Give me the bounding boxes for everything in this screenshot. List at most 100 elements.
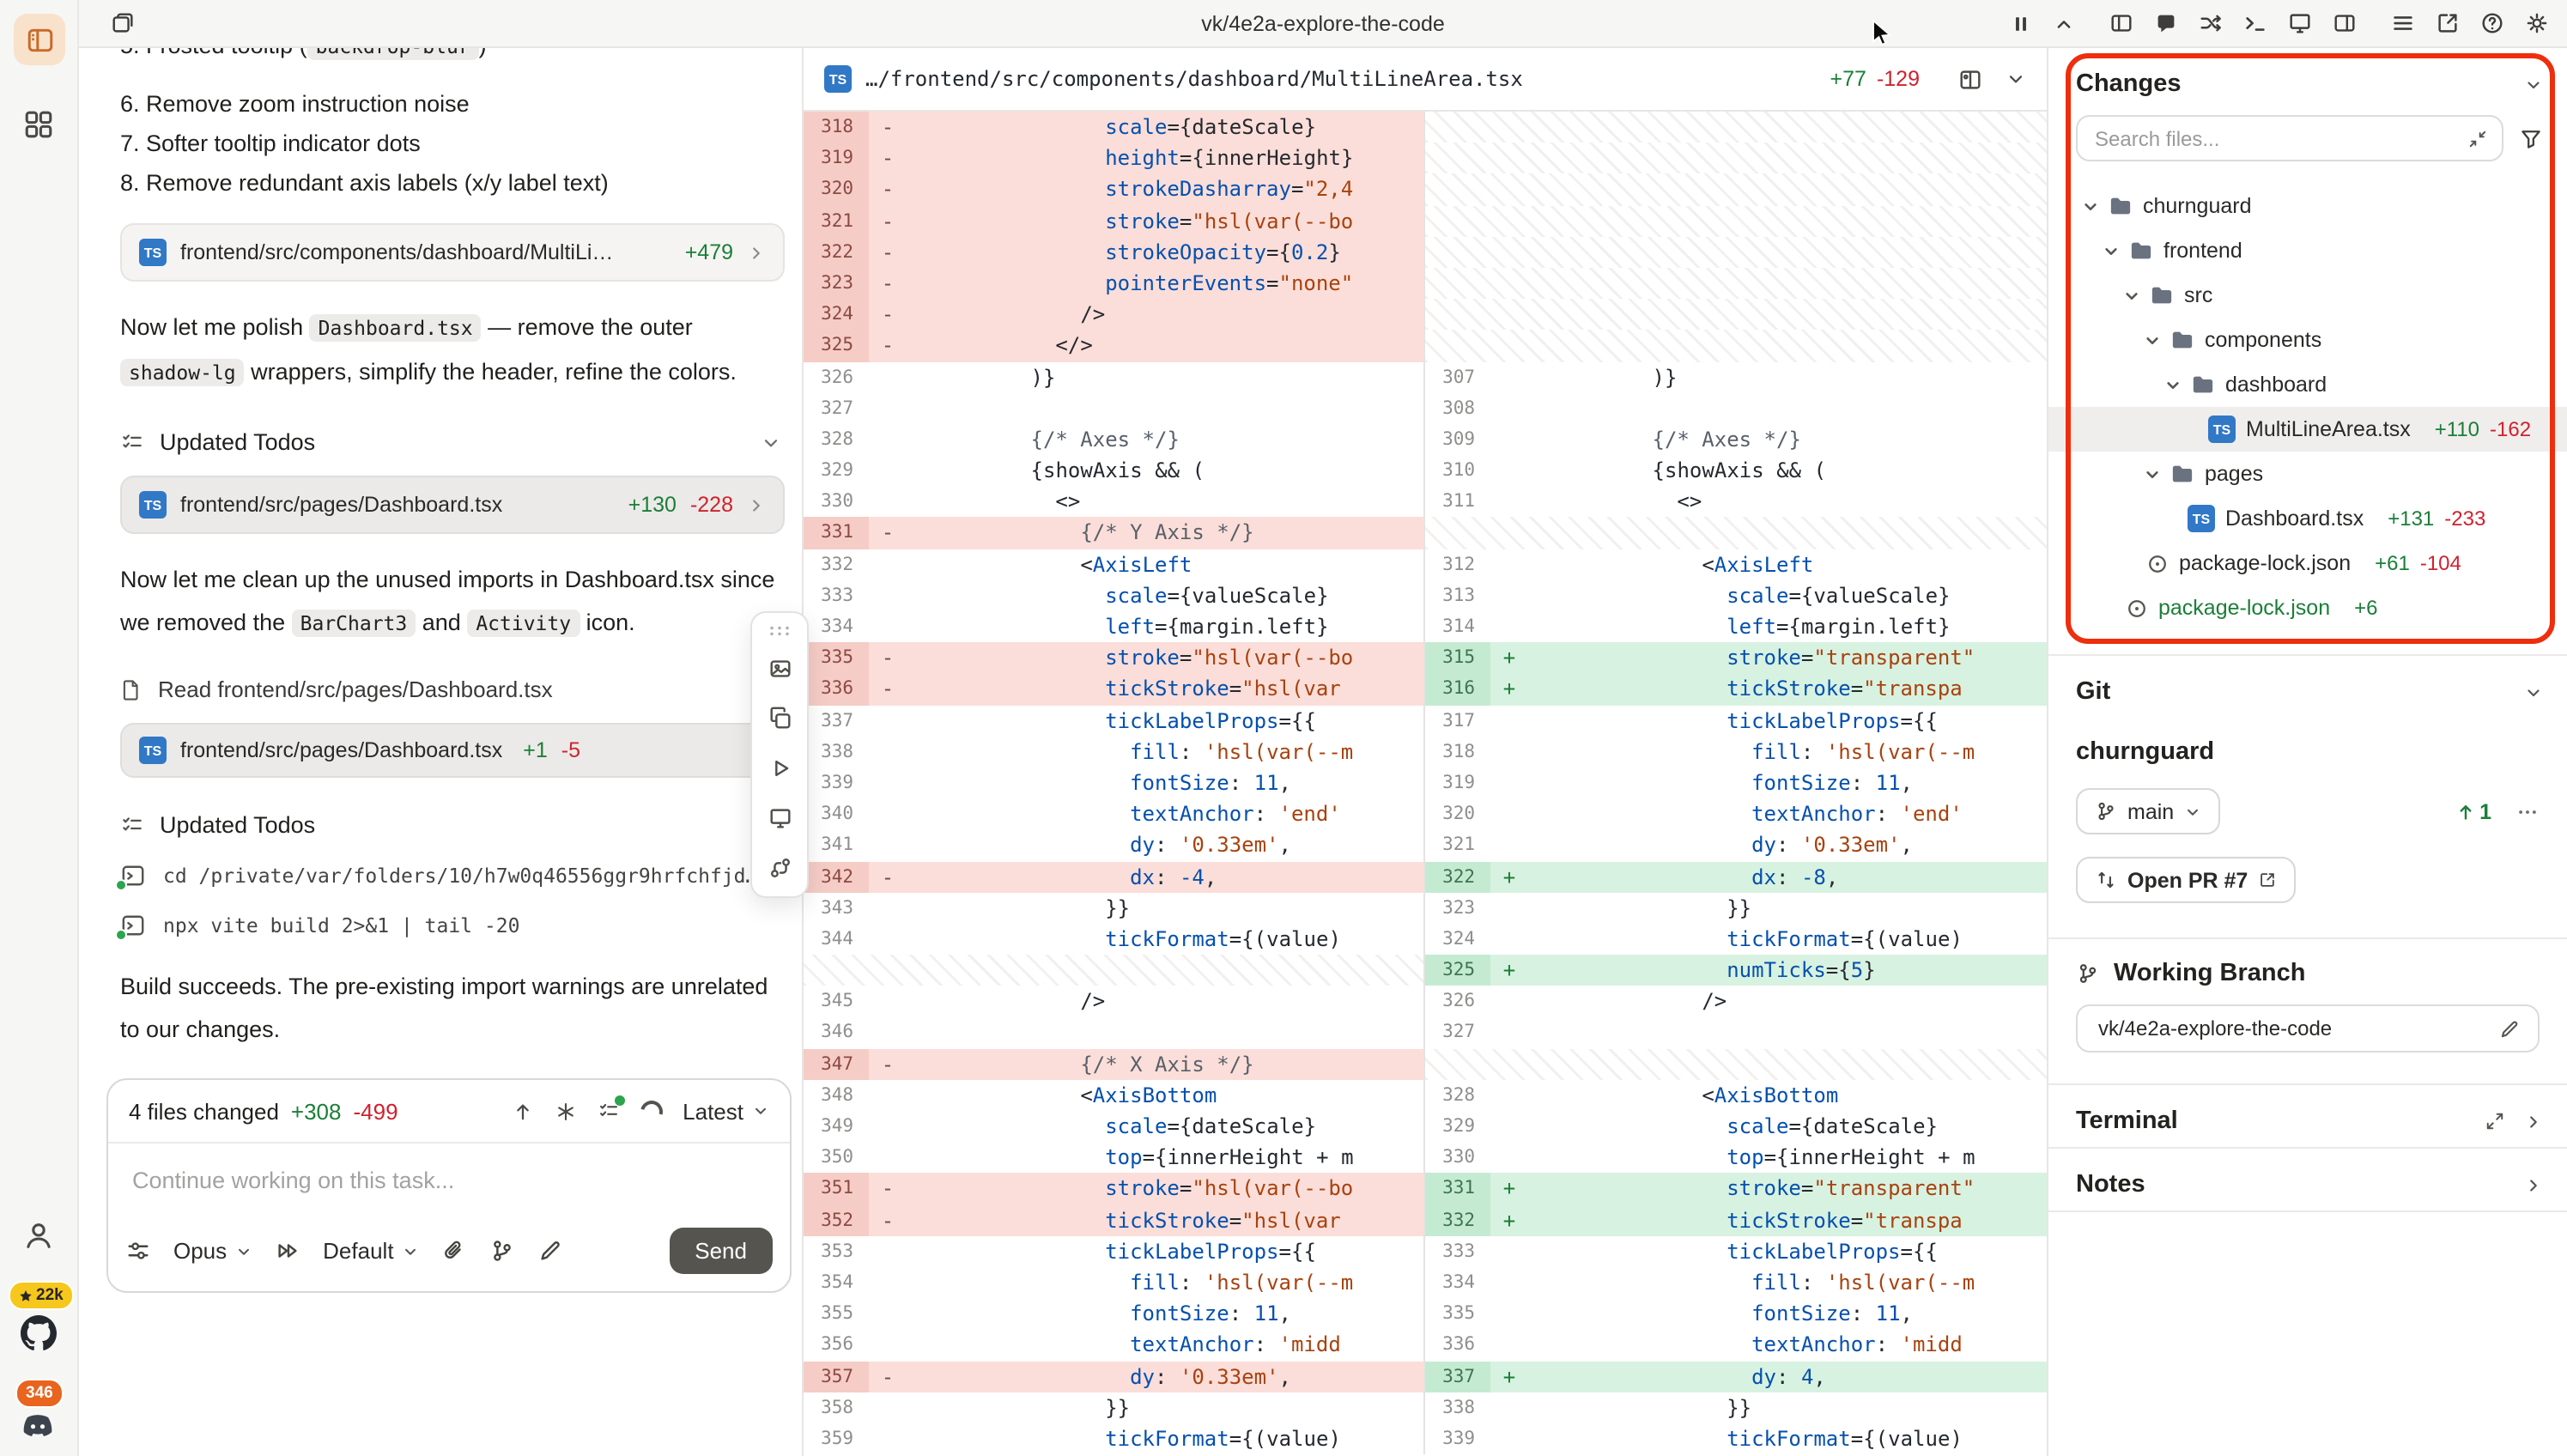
- notes-section-header[interactable]: Notes: [2048, 1149, 2567, 1210]
- workspace-button[interactable]: [14, 14, 65, 65]
- monitor-icon[interactable]: [757, 795, 802, 840]
- tree-folder-dashboard[interactable]: dashboard: [2048, 362, 2567, 407]
- terminal-command-row[interactable]: cd /private/var/folders/10/h7w0q46556ggr…: [120, 864, 785, 888]
- diff-line: 333 tickLabelProps={{: [1423, 1236, 2047, 1267]
- tree-file-Dashboard.tsx[interactable]: TSDashboard.tsx+131-233: [2048, 496, 2567, 541]
- working-branch-input[interactable]: [2095, 1015, 2498, 1042]
- read-file-row[interactable]: Read frontend/src/pages/Dashboard.tsx: [120, 676, 785, 702]
- chevron-down-icon[interactable]: [2524, 682, 2543, 701]
- scroll-up-icon[interactable]: [511, 1100, 533, 1122]
- chevron-right-icon[interactable]: [2524, 1112, 2543, 1131]
- code-text: scale={dateScale}: [907, 1111, 1423, 1142]
- shuffle-icon[interactable]: [2198, 10, 2224, 36]
- diff-marker: -: [869, 268, 907, 299]
- git-section-header[interactable]: Git: [2048, 656, 2567, 718]
- code-text: }}: [907, 892, 1423, 923]
- file-name: churnguard: [2143, 194, 2252, 218]
- updated-todos-row[interactable]: Updated Todos: [120, 812, 785, 838]
- message-input[interactable]: [129, 1166, 776, 1195]
- tune-icon[interactable]: [125, 1238, 151, 1264]
- gear-icon[interactable]: [2524, 10, 2550, 36]
- repo-name: churnguard: [2076, 738, 2540, 766]
- play-icon[interactable]: [757, 745, 802, 790]
- terminal-prompt-icon[interactable]: [2242, 10, 2268, 36]
- tree-file-package-lock.json[interactable]: package-lock.json+61-104: [2048, 541, 2567, 585]
- pause-icon[interactable]: [2009, 11, 2033, 35]
- diff-line: 356 textAnchor: 'midd: [804, 1330, 1423, 1361]
- tree-folder-frontend[interactable]: frontend: [2048, 228, 2567, 273]
- send-button[interactable]: Send: [669, 1228, 773, 1274]
- version-select[interactable]: Latest: [683, 1098, 769, 1124]
- chat-bubble-icon[interactable]: [2153, 10, 2179, 36]
- changes-summary-bar[interactable]: 4 files changed +308 -499: [108, 1080, 790, 1144]
- diff-marker: [1490, 798, 1528, 829]
- tree-folder-src[interactable]: src: [2048, 273, 2567, 318]
- tree-folder-components[interactable]: components: [2048, 318, 2567, 362]
- edit-pen-icon[interactable]: [2498, 1017, 2521, 1040]
- commits-ahead[interactable]: 1: [2455, 799, 2491, 823]
- image-diff-icon[interactable]: [1957, 66, 1983, 92]
- git-branch-icon: [2076, 962, 2100, 986]
- screenshot-icon[interactable]: [757, 646, 802, 690]
- inline-code: BarChart3: [292, 610, 416, 637]
- tree-file-MultiLineArea.tsx[interactable]: TSMultiLineArea.tsx+110-162: [2048, 407, 2567, 452]
- code-text: />: [907, 299, 1423, 330]
- diff-marker: [869, 392, 907, 423]
- chevron-down-icon[interactable]: [2006, 69, 2026, 89]
- monitor-icon[interactable]: [2287, 10, 2313, 36]
- share-icon[interactable]: [2435, 10, 2461, 36]
- todo-item: 6. Remove zoom instruction noise: [120, 84, 785, 124]
- code-text: fill: 'hsl(var(--m: [907, 737, 1423, 767]
- menu-icon[interactable]: [2390, 10, 2416, 36]
- loading-spinner: [635, 1095, 666, 1126]
- search-input[interactable]: [2091, 124, 2457, 152]
- edit-pen-icon[interactable]: [538, 1238, 564, 1264]
- collapse-up-icon[interactable]: [2052, 11, 2076, 35]
- mode-select[interactable]: Default: [323, 1238, 419, 1264]
- deletions-count: -499: [354, 1098, 398, 1124]
- fast-forward-icon[interactable]: [275, 1238, 300, 1264]
- layers-icon[interactable]: [110, 10, 136, 36]
- expand-icon[interactable]: [2485, 1111, 2505, 1131]
- tree-file-package-lock.json[interactable]: package-lock.json+6: [2048, 585, 2567, 630]
- diff-line: 334 left={margin.left}: [804, 611, 1423, 642]
- burst-icon[interactable]: [554, 1100, 576, 1122]
- discord-icon[interactable]: [19, 1413, 57, 1442]
- attachment-icon[interactable]: [442, 1238, 468, 1264]
- tree-folder-churnguard[interactable]: churnguard: [2048, 184, 2567, 228]
- github-icon[interactable]: [21, 1315, 57, 1351]
- chevron-right-icon[interactable]: [2524, 1175, 2543, 1194]
- terminal-command-row[interactable]: npx vite build 2>&1 | tail -20: [120, 913, 785, 937]
- account-icon[interactable]: [22, 1219, 55, 1252]
- terminal-section-header[interactable]: Terminal: [2048, 1085, 2567, 1147]
- diff-marker: -: [869, 299, 907, 330]
- file-change-chip-dashboard[interactable]: TS frontend/src/pages/Dashboard.tsx +130…: [120, 476, 785, 534]
- panel-right-icon[interactable]: [2332, 10, 2358, 36]
- chevron-down-icon[interactable]: [2524, 75, 2543, 94]
- file-change-chip-multilinearea[interactable]: TS frontend/src/components/dashboard/Mul…: [120, 223, 785, 282]
- line-number: 331: [1425, 1174, 1490, 1204]
- branch-select[interactable]: main: [2076, 788, 2220, 834]
- todo-status-icon[interactable]: [597, 1100, 619, 1122]
- working-branch-field: [2076, 1004, 2540, 1053]
- tree-folder-pages[interactable]: pages: [2048, 452, 2567, 496]
- chevron-down-icon: [2083, 198, 2098, 214]
- panel-left-icon[interactable]: [2109, 10, 2134, 36]
- code-text: <>: [1528, 487, 2047, 518]
- copy-icon[interactable]: [757, 695, 802, 740]
- filter-icon[interactable]: [2519, 126, 2543, 150]
- git-branch-icon[interactable]: [490, 1238, 516, 1264]
- diff-marker: -: [869, 1048, 907, 1079]
- drag-handle-icon[interactable]: [768, 620, 792, 640]
- git-compare-icon[interactable]: [757, 845, 802, 889]
- changes-section-header[interactable]: Changes: [2048, 48, 2567, 110]
- more-options-icon[interactable]: [2515, 799, 2540, 823]
- model-select[interactable]: Opus: [173, 1238, 252, 1264]
- file-change-chip-dashboard-2[interactable]: TS frontend/src/pages/Dashboard.tsx +1 -…: [120, 723, 785, 778]
- collapse-inward-icon[interactable]: [2467, 128, 2488, 149]
- diff-row: 318- scale={dateScale}: [804, 112, 2047, 143]
- open-pr-button[interactable]: Open PR #7: [2076, 857, 2296, 903]
- updated-todos-row[interactable]: Updated Todos: [120, 429, 785, 455]
- apps-grid-icon[interactable]: [22, 108, 55, 141]
- help-icon[interactable]: [2479, 10, 2505, 36]
